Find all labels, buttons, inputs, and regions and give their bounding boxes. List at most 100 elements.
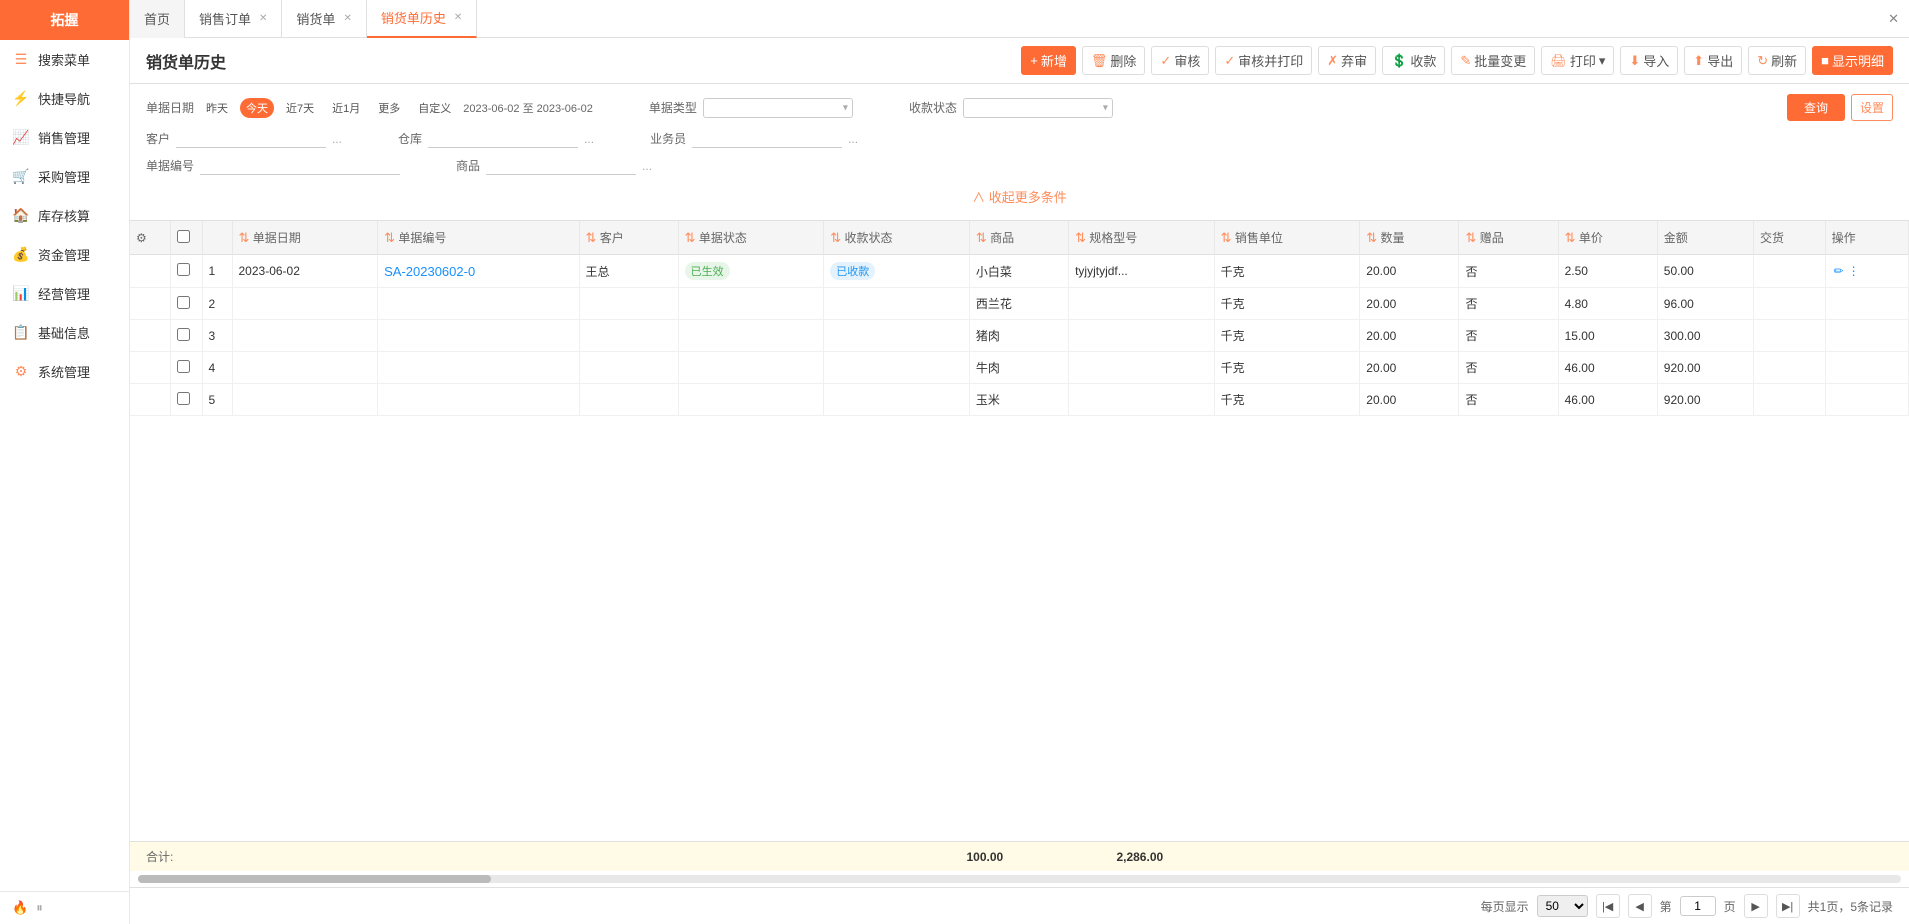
tab-sales-goods[interactable]: 销货单 ✕ — [282, 0, 366, 38]
sidebar-item-search-menu[interactable]: ☰ 搜索菜单 — [0, 40, 129, 79]
date-7days[interactable]: 近7天 — [280, 98, 320, 118]
collect-button[interactable]: 💲 收款 — [1382, 46, 1445, 75]
approve-print-button[interactable]: ✓ 审核并打印 — [1215, 46, 1312, 75]
edit-action[interactable]: ✏ — [1834, 264, 1844, 278]
print-icon: 🖨 — [1550, 53, 1567, 69]
row-checkbox[interactable] — [170, 384, 202, 416]
print-button[interactable]: 🖨 打印 ▾ — [1541, 46, 1614, 75]
col-checkbox[interactable] — [170, 221, 202, 255]
tab-sales-order[interactable]: 销售订单 ✕ — [185, 0, 282, 38]
query-button[interactable]: 查询 — [1787, 94, 1845, 121]
col-doc-status[interactable]: ⇅ 单据状态 — [678, 221, 824, 255]
fire-icon[interactable]: 🔥 — [12, 900, 28, 916]
first-page-btn[interactable]: |◀ — [1596, 894, 1620, 918]
tab-sales-history[interactable]: 销货单历史 ✕ — [367, 0, 477, 38]
show-detail-button[interactable]: ■ 显示明细 — [1812, 46, 1893, 75]
col-doc-date[interactable]: ⇅ 单据日期 — [232, 221, 378, 255]
sidebar-item-label: 库存核算 — [38, 206, 90, 225]
sidebar-item-finance[interactable]: 💰 资金管理 — [0, 235, 129, 274]
payment-status-select[interactable] — [963, 98, 1113, 118]
sidebar-item-label: 销售管理 — [38, 128, 90, 147]
row-checkbox[interactable] — [170, 320, 202, 352]
delete-button[interactable]: 🗑 删除 — [1082, 46, 1146, 75]
date-custom[interactable]: 自定义 — [412, 98, 457, 118]
date-more[interactable]: 更多 — [372, 98, 406, 118]
approve-button[interactable]: ✓ 审核 — [1151, 46, 1209, 75]
cell-unit-price: 46.00 — [1558, 352, 1657, 384]
page-input[interactable] — [1680, 896, 1716, 916]
table-row: 4牛肉千克20.00否46.00920.00 — [130, 352, 1909, 384]
sidebar-item-sys-mgmt[interactable]: ⚙ 系统管理 — [0, 352, 129, 391]
next-page-btn[interactable]: ▶ — [1744, 894, 1768, 918]
col-settings[interactable]: ⚙ — [130, 221, 170, 255]
collapse-conditions[interactable]: ∧ 收起更多条件 — [146, 183, 1893, 210]
col-quantity[interactable]: ⇅ 数量 — [1360, 221, 1459, 255]
abandon-button[interactable]: ✗ 弃审 — [1318, 46, 1376, 75]
goods-dots[interactable]: ... — [642, 159, 652, 173]
col-doc-no[interactable]: ⇅ 单据编号 — [378, 221, 579, 255]
doc-type-select[interactable] — [703, 98, 853, 118]
pause-icon[interactable]: ⏸ — [36, 900, 43, 916]
row-checkbox[interactable] — [170, 255, 202, 288]
col-gift[interactable]: ⇅ 赠品 — [1459, 221, 1558, 255]
date-1month[interactable]: 近1月 — [326, 98, 366, 118]
add-button[interactable]: + 新增 — [1021, 46, 1076, 75]
col-payment-status[interactable]: ⇅ 收款状态 — [824, 221, 970, 255]
doc-no-link[interactable]: SA-20230602-0 — [384, 264, 475, 279]
date-yesterday[interactable]: 昨天 — [200, 98, 234, 118]
customer-dots[interactable]: ... — [332, 132, 342, 146]
last-page-btn[interactable]: ▶| — [1776, 894, 1800, 918]
sidebar-item-purchase[interactable]: 🛒 采购管理 — [0, 157, 129, 196]
row-checkbox-input[interactable] — [177, 392, 190, 405]
sidebar-item-sales[interactable]: 📈 销售管理 — [0, 118, 129, 157]
close-all-tabs[interactable]: ✕ — [1878, 11, 1909, 27]
batch-change-button[interactable]: ✎ 批量变更 — [1451, 46, 1535, 75]
more-action[interactable]: ⋮ — [1848, 264, 1860, 278]
close-tab-sales-history[interactable]: ✕ — [454, 12, 462, 23]
cell-doc-status — [678, 352, 824, 384]
select-all-checkbox[interactable] — [177, 230, 190, 243]
customer-input[interactable] — [176, 129, 326, 148]
total-info: 共1页，5条记录 — [1808, 898, 1893, 915]
close-tab-sales-goods[interactable]: ✕ — [343, 13, 351, 24]
doc-no-input[interactable] — [200, 156, 400, 175]
sidebar-item-operations[interactable]: 📊 经营管理 — [0, 274, 129, 313]
cell-action — [1825, 320, 1908, 352]
sidebar-item-basic-info[interactable]: 📋 基础信息 — [0, 313, 129, 352]
sidebar-item-inventory[interactable]: 🏠 库存核算 — [0, 196, 129, 235]
cell-doc-date: 2023-06-02 — [232, 255, 378, 288]
cell-customer — [579, 352, 678, 384]
filter-area: 单据日期 昨天 今天 近7天 近1月 更多 自定义 2023-06-02 至 2… — [130, 84, 1909, 221]
sort-icon: ⇅ — [384, 230, 395, 245]
data-table-container: ⚙ ⇅ 单据日期 ⇅ 单据编号 ⇅ 客户 ⇅ 单据状态 ⇅ 收款状态 ⇅ 商品 … — [130, 221, 1909, 841]
row-checkbox-input[interactable] — [177, 296, 190, 309]
row-checkbox-input[interactable] — [177, 328, 190, 341]
goods-input[interactable] — [486, 156, 636, 175]
sidebar-item-quick-nav[interactable]: ⚡ 快捷导航 — [0, 79, 129, 118]
sidebar-item-label: 快捷导航 — [38, 89, 90, 108]
col-sales-unit[interactable]: ⇅ 销售单位 — [1214, 221, 1360, 255]
export-button[interactable]: ⬆ 导出 — [1684, 46, 1742, 75]
col-goods[interactable]: ⇅ 商品 — [969, 221, 1068, 255]
per-page-select[interactable]: 50 100 — [1537, 895, 1588, 917]
row-checkbox-input[interactable] — [177, 263, 190, 276]
date-today[interactable]: 今天 — [240, 98, 274, 118]
col-customer[interactable]: ⇅ 客户 — [579, 221, 678, 255]
salesperson-dots[interactable]: ... — [848, 132, 858, 146]
import-button[interactable]: ⬇ 导入 — [1620, 46, 1678, 75]
tab-home[interactable]: 首页 — [130, 0, 185, 38]
refresh-button[interactable]: ↻ 刷新 — [1748, 46, 1806, 75]
close-tab-sales-order[interactable]: ✕ — [259, 13, 267, 24]
settings-button[interactable]: 设置 — [1851, 94, 1893, 121]
row-checkbox-input[interactable] — [177, 360, 190, 373]
col-unit-price[interactable]: ⇅ 单价 — [1558, 221, 1657, 255]
row-checkbox[interactable] — [170, 288, 202, 320]
horizontal-scrollbar[interactable] — [138, 875, 1901, 883]
col-spec[interactable]: ⇅ 规格型号 — [1069, 221, 1215, 255]
salesperson-input[interactable] — [692, 129, 842, 148]
row-checkbox[interactable] — [170, 352, 202, 384]
warehouse-dots[interactable]: ... — [584, 132, 594, 146]
prev-page-btn[interactable]: ◀ — [1628, 894, 1652, 918]
warehouse-input[interactable] — [428, 129, 578, 148]
scroll-thumb[interactable] — [138, 875, 491, 883]
